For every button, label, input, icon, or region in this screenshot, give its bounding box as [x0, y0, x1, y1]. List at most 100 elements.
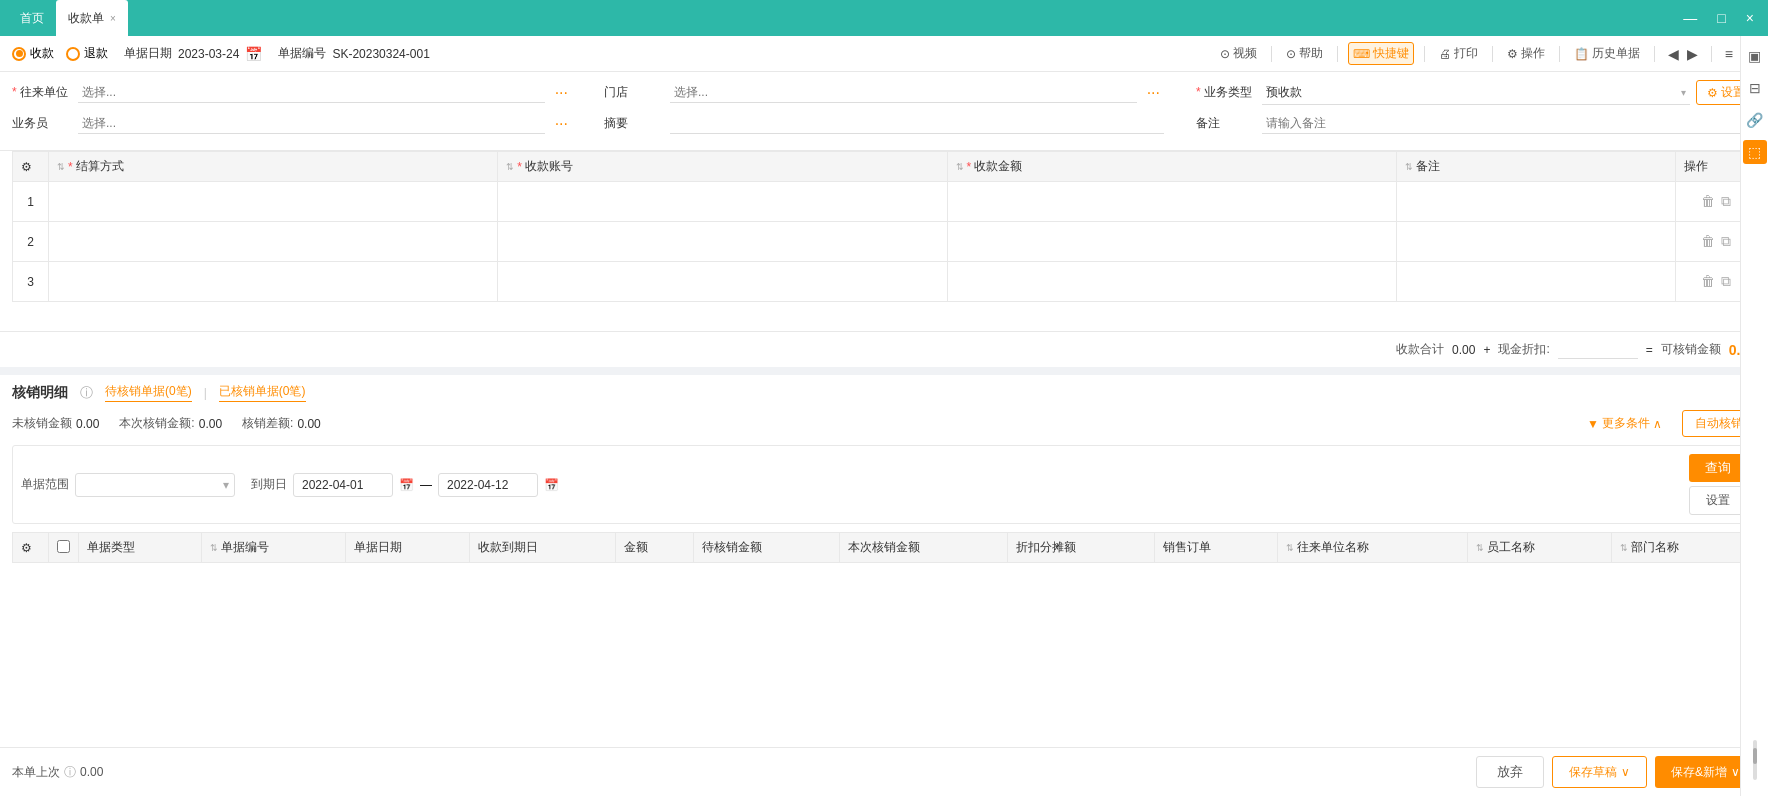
print-label: 打印 [1454, 45, 1478, 62]
row-settlement-3[interactable] [49, 262, 498, 302]
row-account-3[interactable] [498, 262, 947, 302]
info-circle-icon[interactable]: ⓘ [64, 764, 76, 781]
operations-btn[interactable]: ⚙ 操作 [1503, 43, 1549, 64]
date-to-input[interactable] [438, 473, 538, 497]
delete-icon-3[interactable]: 🗑 [1701, 273, 1715, 290]
form-row-1: * 往来单位 ··· 门店 ··· * 业务类型 预收款 ▾ ⚙ 设置 [12, 80, 1756, 105]
range-label: 单据范围 [21, 476, 69, 493]
uncancelled-stat: 未核销金额 0.00 [12, 415, 99, 432]
row-account-2[interactable] [498, 222, 947, 262]
row-account-1[interactable] [498, 182, 947, 222]
date-to-icon[interactable]: 📅 [544, 478, 559, 492]
minimize-btn[interactable]: — [1677, 8, 1703, 28]
next-btn[interactable]: ▶ [1684, 44, 1701, 64]
uncancelled-label: 未核销金额 [12, 415, 72, 432]
help-icon: ⊙ [1286, 47, 1296, 61]
summary-input[interactable] [670, 113, 1164, 134]
th-settings[interactable]: ⚙ [13, 152, 49, 182]
delete-icon-2[interactable]: 🗑 [1701, 233, 1715, 250]
divider-6 [1654, 46, 1655, 62]
total-label: 收款合计 [1396, 341, 1444, 358]
verified-tab[interactable]: 已核销单据(0笔) [219, 383, 306, 402]
calendar-icon[interactable]: 📅 [245, 46, 262, 62]
range-select[interactable] [75, 473, 235, 497]
staff-more-btn[interactable]: ··· [551, 115, 572, 133]
sidebar-list-icon[interactable]: ⊟ [1743, 76, 1767, 100]
remark-input[interactable] [1262, 113, 1756, 134]
row-remark-2[interactable] [1396, 222, 1675, 262]
sidebar-table-icon[interactable]: ▣ [1743, 44, 1767, 68]
abandon-btn[interactable]: 放弃 [1476, 756, 1544, 788]
th-settlement: ⇅ * 结算方式 [49, 152, 498, 182]
row-amount-1[interactable] [947, 182, 1396, 222]
sidebar-edit-icon[interactable]: ⬚ [1743, 140, 1767, 164]
pending-tab[interactable]: 待核销单据(0笔) [105, 383, 192, 402]
save-new-label: 保存&新增 [1671, 764, 1727, 781]
tab-close-icon[interactable]: × [110, 13, 116, 24]
remark-field: 备注 [1196, 113, 1756, 134]
store-input[interactable] [670, 82, 1137, 103]
query-btn[interactable]: 查询 [1689, 454, 1747, 482]
tab-home-label: 首页 [20, 10, 44, 27]
table-section: ⚙ ⇅ * 结算方式 ⇅ * 收款账号 [0, 151, 1768, 331]
operations-label: 操作 [1521, 45, 1545, 62]
prev-btn[interactable]: ◀ [1665, 44, 1682, 64]
row-remark-1[interactable] [1396, 182, 1675, 222]
table-row: 3 🗑 ⧉ [13, 262, 1756, 302]
tab-home[interactable]: 首页 [8, 0, 56, 36]
save-draft-chevron: ∨ [1621, 765, 1630, 779]
th2-settings[interactable]: ⚙ [13, 533, 49, 563]
close-btn[interactable]: × [1740, 8, 1760, 28]
th-remark-label: 备注 [1416, 158, 1440, 175]
settings-query-btn[interactable]: 设置 [1689, 486, 1747, 515]
info-icon[interactable]: ⓘ [80, 384, 93, 402]
radio-refund-circle [66, 47, 80, 61]
staff-field: 业务员 ··· [12, 113, 572, 134]
settings-icon: ⚙ [21, 160, 32, 174]
sidebar-link-icon[interactable]: 🔗 [1743, 108, 1767, 132]
discount-input[interactable] [1558, 340, 1638, 359]
business-type-select[interactable]: 预收款 ▾ [1262, 81, 1690, 105]
list-view-icon[interactable]: ≡ [1722, 44, 1736, 64]
party-input[interactable] [78, 82, 545, 103]
scroll-indicator [1753, 740, 1757, 780]
row-amount-2[interactable] [947, 222, 1396, 262]
th2-checkbox [49, 533, 79, 563]
maximize-btn[interactable]: □ [1711, 8, 1731, 28]
help-btn[interactable]: ⊙ 帮助 [1282, 43, 1327, 64]
date-label: 单据日期 [124, 45, 172, 62]
th2-store-label: 部门名称 [1631, 539, 1679, 556]
date-from-input[interactable] [293, 473, 393, 497]
copy-icon-1[interactable]: ⧉ [1721, 193, 1731, 210]
number-field: 单据编号 SK-20230324-001 [278, 45, 429, 62]
date-from-icon[interactable]: 📅 [399, 478, 414, 492]
party-more-btn[interactable]: ··· [551, 84, 572, 102]
due-date-label: 到期日 [251, 476, 287, 493]
shortcut-btn[interactable]: ⌨ 快捷键 [1348, 42, 1414, 65]
row-remark-3[interactable] [1396, 262, 1675, 302]
row-amount-3[interactable] [947, 262, 1396, 302]
radio-receipt-circle [12, 47, 26, 61]
radio-receipt[interactable]: 收款 [12, 45, 54, 62]
chevron-up-icon: ∧ [1653, 417, 1662, 431]
tab-receipt[interactable]: 收款单 × [56, 0, 128, 36]
video-btn[interactable]: ⊙ 视频 [1216, 43, 1261, 64]
staff-input[interactable] [78, 113, 545, 134]
pending-count: 0笔 [169, 384, 188, 398]
row-settlement-1[interactable] [49, 182, 498, 222]
copy-icon-3[interactable]: ⧉ [1721, 273, 1731, 290]
copy-icon-2[interactable]: ⧉ [1721, 233, 1731, 250]
save-draft-btn[interactable]: 保存草稿 ∨ [1552, 756, 1647, 788]
delete-icon-1[interactable]: 🗑 [1701, 193, 1715, 210]
store-more-btn[interactable]: ··· [1143, 84, 1164, 102]
row-settlement-2[interactable] [49, 222, 498, 262]
radio-refund[interactable]: 退款 [66, 45, 108, 62]
history-btn[interactable]: 📋 历史单据 [1570, 43, 1644, 64]
print-btn[interactable]: 🖨 打印 [1435, 43, 1482, 64]
due-date-field: 到期日 📅 — 📅 [251, 473, 559, 497]
video-icon: ⊙ [1220, 47, 1230, 61]
current-verify-stat: 本次核销金额: 0.00 [119, 415, 222, 432]
select-all-checkbox[interactable] [57, 540, 70, 553]
more-conditions-btn[interactable]: ▼ 更多条件 ∧ [1587, 415, 1662, 432]
th2-party-label: 往来单位名称 [1297, 539, 1369, 556]
